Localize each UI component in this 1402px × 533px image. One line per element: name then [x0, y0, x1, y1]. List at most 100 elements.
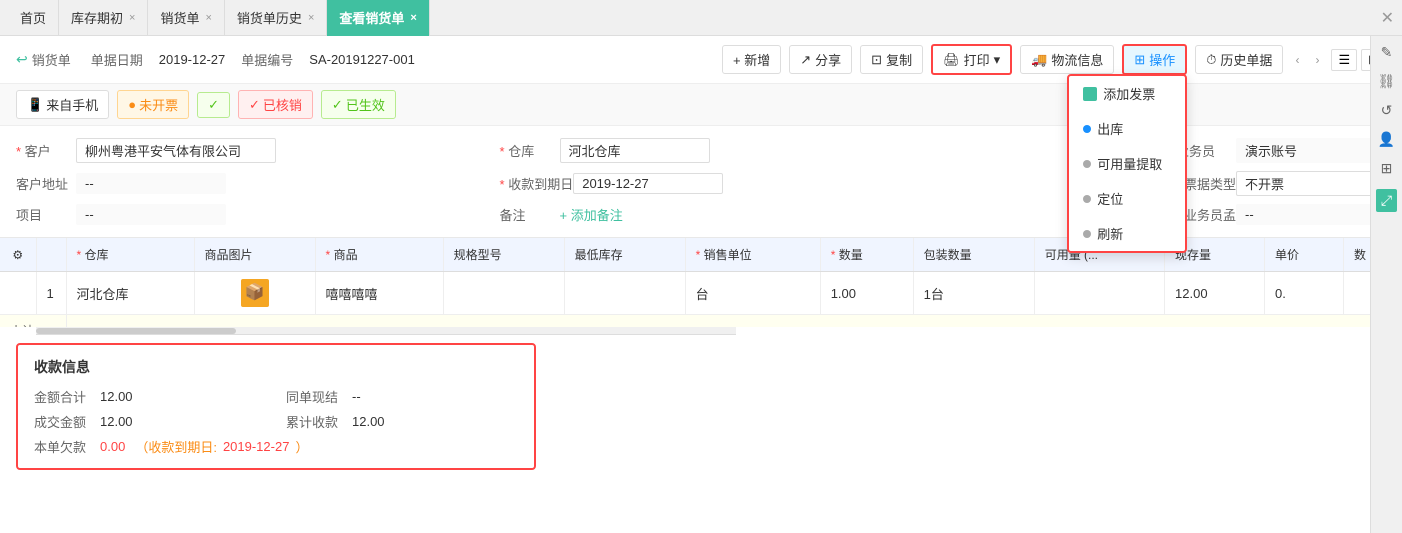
share-icon: ↗ — [800, 52, 811, 68]
col-gear[interactable]: ⚙ — [0, 238, 36, 272]
payment-grid: 金额合计 12.00 同单现结 -- 成交金额 12.00 累计收款 12.00… — [34, 387, 518, 456]
product-image: 📦 — [241, 279, 269, 307]
add-invoice-icon — [1083, 87, 1097, 101]
history-button[interactable]: ⏱ 历史单据 — [1195, 45, 1283, 74]
number-value: SA-20191227-001 — [309, 52, 415, 67]
edit-sidebar-icon[interactable]: ✎ — [1381, 44, 1393, 61]
tab-bar: 首页 库存期初 × 销货单 × 销货单历史 × 查看销货单 × ✕ — [0, 0, 1402, 36]
add-invoice-item[interactable]: 添加发票 — [1069, 76, 1185, 111]
tab-sales-order[interactable]: 销货单 × — [148, 0, 224, 36]
sales-rep-value: -- — [1236, 204, 1386, 225]
locate-item[interactable]: 定位 — [1069, 181, 1185, 216]
locate-icon — [1083, 195, 1091, 203]
share-button[interactable]: ↗ 分享 — [789, 45, 852, 74]
available-qty-icon — [1083, 160, 1091, 168]
tab-sales-order-close[interactable]: × — [205, 12, 211, 24]
table-body: 1 河北仓库 📦 嘻嘻嘻嘻 台 1.00 1台 12.00 0. — [0, 272, 1402, 328]
copy-button[interactable]: ⊡ 复制 — [860, 45, 923, 74]
tab-sales-history-close[interactable]: × — [308, 12, 314, 24]
new-button[interactable]: + 新增 — [722, 45, 781, 74]
sold-icon: ✓ — [249, 97, 260, 113]
tab-view-sales-close[interactable]: × — [410, 12, 416, 24]
toolbar: 📱 来自手机 ● 未开票 ✓ ✓ 已核销 ✓ 已生效 — [0, 84, 1402, 126]
table-row: 1 河北仓库 📦 嘻嘻嘻嘻 台 1.00 1台 12.00 0. — [0, 272, 1402, 315]
tab-inventory-close[interactable]: × — [129, 12, 135, 24]
link-sidebar-icon[interactable]: ⛓ — [1378, 73, 1396, 90]
row-stock: 12.00 — [1165, 272, 1265, 315]
date-label: 单据日期 — [91, 50, 143, 69]
outbound-item[interactable]: 出库 — [1069, 111, 1185, 146]
order-debt-label: 本单欠款 — [34, 437, 94, 456]
row-seq: 1 — [36, 272, 66, 315]
address-label: 客户地址 — [16, 174, 76, 193]
order-debt-item: 本单欠款 0.00 （收款到期日: 2019-12-27） — [34, 437, 518, 456]
rotate-sidebar-icon[interactable]: ↺ — [1381, 102, 1393, 119]
number-label: 单据编号 — [241, 50, 293, 69]
tab-inventory[interactable]: 库存期初 × — [59, 0, 148, 36]
logistics-button[interactable]: 🚚 物流信息 — [1020, 45, 1114, 74]
sold-badge[interactable]: ✓ 已核销 — [238, 90, 313, 119]
due-date-label: 收款到期日 — [500, 174, 574, 193]
col-warehouse: 仓库 — [66, 238, 194, 272]
address-value: -- — [76, 173, 226, 194]
effect-badge[interactable]: ✓ 已生效 — [321, 90, 396, 119]
warehouse-label: 仓库 — [500, 141, 560, 160]
payment-total-value: 12.00 — [100, 389, 133, 404]
right-sidebar: ✎ ⛓ ↺ 👤 ⊞ ⤢ — [1370, 36, 1402, 533]
list-view-button[interactable]: ☰ — [1331, 49, 1357, 71]
table-sidebar-icon[interactable]: ⊞ — [1381, 160, 1393, 177]
row-warehouse: 河北仓库 — [66, 272, 194, 315]
tab-sales-history[interactable]: 销货单历史 × — [225, 0, 327, 36]
col-qty: 数量 — [820, 238, 913, 272]
refresh-icon — [1083, 230, 1091, 238]
row-gear[interactable] — [0, 272, 36, 315]
customer-label: 客户 — [16, 141, 76, 160]
customer-value[interactable]: 柳州粤港平安气体有限公司 — [76, 138, 276, 163]
scrollbar-thumb — [36, 328, 236, 334]
form-area: 客户 柳州粤港平安气体有限公司 仓库 河北仓库 业务员 演示账号 客户地址 -- — [0, 126, 1402, 237]
print-button[interactable]: 🖨 打印 ▾ — [931, 44, 1012, 75]
row-price: 0. — [1265, 272, 1344, 315]
available-qty-item[interactable]: 可用量提取 — [1069, 146, 1185, 181]
outbound-icon — [1083, 125, 1091, 133]
operation-button[interactable]: ⊞ 操作 — [1122, 44, 1187, 75]
same-order-settle-value: -- — [352, 389, 361, 404]
col-image: 商品图片 — [194, 238, 315, 272]
add-note-button[interactable]: + 添加备注 — [560, 205, 623, 224]
col-spec: 规格型号 — [443, 238, 564, 272]
global-close-button[interactable]: ✕ — [1381, 8, 1394, 28]
row-qty: 1.00 — [820, 272, 913, 315]
confirm-button[interactable]: ✓ — [197, 92, 230, 118]
date-value: 2019-12-27 — [159, 52, 226, 67]
tab-view-sales[interactable]: 查看销货单 × — [327, 0, 429, 36]
invoice-type-value[interactable]: 不开票 — [1236, 171, 1386, 196]
nav-prev-button[interactable]: ‹ — [1291, 51, 1303, 69]
not-open-button[interactable]: ● 未开票 — [117, 90, 189, 119]
horizontal-scrollbar[interactable] — [36, 327, 736, 335]
expand-sidebar-icon[interactable]: ⤢ — [1376, 189, 1397, 212]
refresh-item[interactable]: 刷新 — [1069, 216, 1185, 251]
from-phone-button[interactable]: 📱 来自手机 — [16, 90, 109, 119]
due-date-value[interactable]: 2019-12-27 — [573, 173, 723, 194]
invoice-icon: ● — [128, 97, 136, 112]
doc-meta: 单据日期 2019-12-27 单据编号 SA-20191227-001 — [91, 50, 415, 69]
person-sidebar-icon[interactable]: 👤 — [1378, 131, 1395, 148]
payment-title: 收款信息 — [34, 357, 518, 377]
nav-next-button[interactable]: › — [1311, 51, 1323, 69]
col-min-stock: 最低库存 — [564, 238, 685, 272]
payment-total-label: 金额合计 — [34, 387, 94, 406]
deal-amount-value: 12.00 — [100, 414, 133, 429]
staff-value: 演示账号 — [1236, 138, 1386, 163]
tab-home[interactable]: 首页 — [8, 0, 59, 36]
order-debt-date: 2019-12-27 — [223, 439, 290, 454]
row-unit: 台 — [685, 272, 820, 315]
col-pack-qty: 包装数量 — [913, 238, 1034, 272]
address-field: 客户地址 -- — [16, 173, 500, 194]
note-field: 备注 + 添加备注 — [500, 205, 903, 224]
cumulative-payment-label: 累计收款 — [286, 412, 346, 431]
doc-header: ↩ 销货单 单据日期 2019-12-27 单据编号 SA-20191227-0… — [0, 36, 1402, 84]
row-spec — [443, 272, 564, 315]
project-value: -- — [76, 204, 226, 225]
warehouse-value[interactable]: 河北仓库 — [560, 138, 710, 163]
due-date-field: 收款到期日 2019-12-27 — [500, 173, 903, 194]
